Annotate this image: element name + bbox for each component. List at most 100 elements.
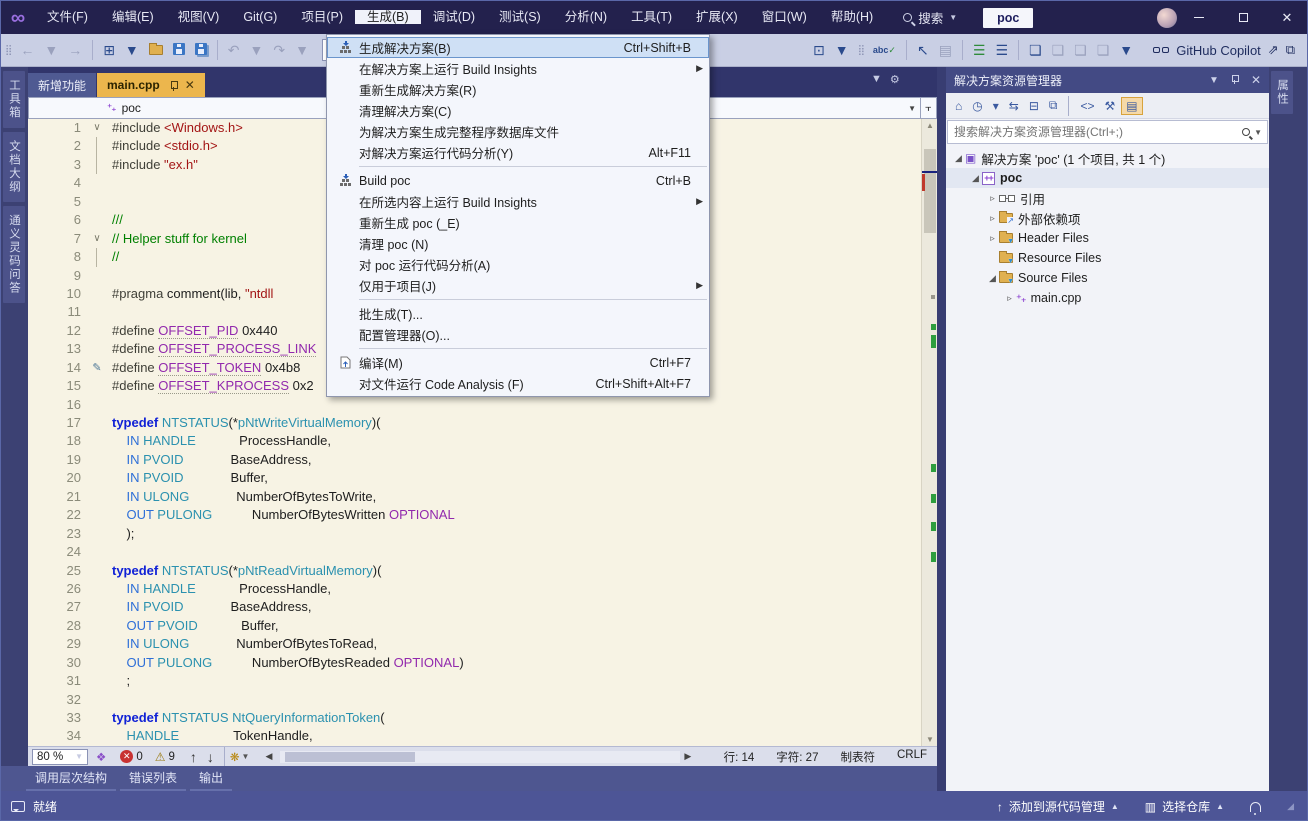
view-code-icon[interactable]: <> bbox=[1076, 98, 1098, 114]
editor-horizontal-scrollbar[interactable] bbox=[280, 750, 681, 763]
save-all-icon[interactable] bbox=[190, 42, 212, 58]
undo-caret[interactable]: ▼ bbox=[245, 42, 269, 58]
undo-icon[interactable]: ↶ bbox=[223, 42, 245, 59]
menubar-item[interactable]: 帮助(H) bbox=[819, 10, 885, 24]
fold-margin[interactable] bbox=[87, 617, 107, 635]
paste-icon[interactable]: ▤ bbox=[934, 42, 957, 59]
bottom-panel-tab[interactable]: 调用层次结构 bbox=[26, 766, 117, 792]
search-caret-icon[interactable]: ▼ bbox=[949, 13, 957, 22]
fold-margin[interactable] bbox=[87, 654, 107, 672]
spell-check-icon[interactable]: abc✓ bbox=[868, 45, 901, 56]
eol-indicator[interactable]: CRLF bbox=[897, 749, 927, 765]
prev-issue-icon[interactable]: ↑ bbox=[185, 749, 202, 765]
build-menu-item[interactable]: 对文件运行 Code Analysis (F) Ctrl+Shift+Alt+F7 bbox=[327, 373, 709, 394]
maximize-button[interactable] bbox=[1221, 1, 1265, 34]
navigate-back-caret[interactable]: ▼ bbox=[39, 42, 63, 58]
properties-wrench-icon[interactable]: ⚒ bbox=[1100, 98, 1119, 114]
hscroll-left-icon[interactable]: ◀ bbox=[265, 751, 272, 762]
save-icon[interactable] bbox=[168, 42, 190, 58]
fold-margin[interactable] bbox=[87, 451, 107, 469]
fold-margin[interactable] bbox=[87, 562, 107, 580]
tree-expanded-icon[interactable]: ◢ bbox=[969, 173, 982, 184]
new-project-icon[interactable]: ⊞ bbox=[98, 42, 120, 59]
tree-expanded-icon[interactable]: ◢ bbox=[986, 273, 999, 284]
build-menu-item[interactable]: 仅用于项目(J) ▶ bbox=[327, 275, 709, 296]
column-indicator[interactable]: 字符: 27 bbox=[776, 749, 818, 765]
redo-icon[interactable]: ↷ bbox=[268, 42, 290, 59]
tree-item[interactable]: ▹ Header Files bbox=[946, 228, 1269, 248]
tab-list-caret-icon[interactable]: ▼ bbox=[871, 73, 882, 86]
menubar-item[interactable]: 调试(D) bbox=[421, 10, 487, 24]
tree-item[interactable]: ▹ 外部依赖项 bbox=[946, 208, 1269, 228]
fold-margin[interactable] bbox=[87, 414, 107, 432]
menubar-item[interactable]: 测试(S) bbox=[487, 10, 553, 24]
feedback-icon[interactable] bbox=[11, 801, 25, 812]
panel-splitter[interactable] bbox=[937, 67, 946, 791]
build-menu-item[interactable]: 批生成(T)... bbox=[327, 303, 709, 324]
fold-margin[interactable] bbox=[87, 174, 107, 192]
menubar-item[interactable]: 分析(N) bbox=[553, 10, 619, 24]
fold-margin[interactable] bbox=[87, 303, 107, 321]
build-menu-item[interactable]: 生成解决方案(B) Ctrl+Shift+B bbox=[327, 37, 709, 58]
fold-margin[interactable] bbox=[87, 506, 107, 524]
editor-vertical-scrollbar[interactable]: ▲ ▼ bbox=[921, 119, 937, 746]
window-layout-icon[interactable]: ⊡ bbox=[808, 42, 830, 59]
line-indicator[interactable]: 行: 14 bbox=[724, 749, 755, 765]
live-share-icon[interactable]: ❖ bbox=[96, 750, 106, 764]
solution-explorer-header[interactable]: 解决方案资源管理器 ▼ ✕ bbox=[946, 67, 1269, 93]
minimize-button[interactable] bbox=[1177, 1, 1221, 34]
menubar-item[interactable]: 扩展(X) bbox=[684, 10, 750, 24]
bookmarks-caret[interactable]: ▼ bbox=[1114, 42, 1138, 58]
fold-margin[interactable] bbox=[87, 580, 107, 598]
fold-margin[interactable]: ✎ bbox=[87, 359, 107, 377]
solution-search-input[interactable] bbox=[948, 125, 1243, 139]
side-tab[interactable]: 文档大纲 bbox=[3, 131, 25, 202]
tree-item[interactable]: ▹ ⁺₊ main.cpp bbox=[946, 288, 1269, 308]
copilot-chat-icon[interactable]: ⧉ bbox=[1286, 42, 1295, 58]
navigate-forward-icon[interactable]: → bbox=[63, 42, 87, 58]
build-menu-item[interactable]: 清理 poc (N) bbox=[327, 233, 709, 254]
build-menu-item[interactable]: Build poc Ctrl+B bbox=[327, 170, 709, 191]
resize-grip[interactable]: ◢ bbox=[1287, 801, 1295, 812]
code-cleanup-icon[interactable]: ❋ bbox=[230, 750, 240, 764]
fold-margin[interactable] bbox=[87, 635, 107, 653]
build-menu-item[interactable]: 在所选内容上运行 Build Insights ▶ bbox=[327, 191, 709, 212]
quick-search[interactable]: 搜索 ▼ bbox=[903, 8, 957, 27]
tabs-indicator[interactable]: 制表符 bbox=[840, 749, 875, 765]
navbar-caret-icon[interactable]: ▼ bbox=[908, 104, 916, 113]
fold-margin[interactable] bbox=[87, 672, 107, 690]
fold-margin[interactable] bbox=[87, 248, 107, 267]
clear-bookmarks-icon[interactable]: ❏ bbox=[1092, 42, 1115, 59]
indent-lines-icon[interactable]: ☰ bbox=[968, 42, 991, 59]
menubar-item[interactable]: 窗口(W) bbox=[750, 10, 819, 24]
fold-margin[interactable] bbox=[87, 396, 107, 414]
user-avatar[interactable] bbox=[1157, 7, 1177, 28]
menubar-item[interactable]: 编辑(E) bbox=[100, 10, 166, 24]
format-document-icon[interactable]: ☰ bbox=[990, 42, 1013, 59]
add-to-source-control-button[interactable]: ↑ 添加到源代码管理 ▲ bbox=[997, 798, 1119, 815]
fold-margin[interactable] bbox=[87, 709, 107, 727]
tree-item[interactable]: ◢ Source Files bbox=[946, 268, 1269, 288]
search-options-caret[interactable]: ▼ bbox=[1254, 128, 1262, 137]
tree-item[interactable]: ◢ ▣ 解决方案 'poc' (1 个项目, 共 1 个) bbox=[946, 148, 1269, 168]
fold-margin[interactable] bbox=[87, 525, 107, 543]
select-cursor-icon[interactable]: ↖ bbox=[912, 42, 934, 59]
side-tab[interactable]: 通义灵码问答 bbox=[3, 205, 25, 303]
fold-margin[interactable] bbox=[87, 137, 107, 156]
build-menu-item[interactable]: 编译(M) Ctrl+F7 bbox=[327, 352, 709, 373]
menubar-item[interactable]: 工具(T) bbox=[619, 10, 684, 24]
tree-item[interactable]: ▹ 引用 bbox=[946, 188, 1269, 208]
build-menu-item[interactable]: 重新生成解决方案(R) bbox=[327, 79, 709, 100]
pending-changes-caret[interactable]: ▾ bbox=[989, 98, 1003, 114]
build-menu-item[interactable]: 清理解决方案(C) bbox=[327, 100, 709, 121]
solution-search-box[interactable]: ▼ bbox=[947, 120, 1268, 144]
warning-count[interactable]: ⚠ 9 bbox=[155, 750, 175, 764]
scroll-down-icon[interactable]: ▼ bbox=[922, 735, 938, 744]
menubar-item[interactable]: 文件(F) bbox=[35, 10, 100, 24]
build-menu-item[interactable]: 对 poc 运行代码分析(A) bbox=[327, 254, 709, 275]
fold-margin[interactable] bbox=[87, 377, 107, 395]
fold-margin[interactable] bbox=[87, 340, 107, 358]
scroll-up-icon[interactable]: ▲ bbox=[922, 121, 938, 130]
fold-margin[interactable] bbox=[87, 543, 107, 561]
build-menu-item[interactable]: 重新生成 poc (_E) bbox=[327, 212, 709, 233]
